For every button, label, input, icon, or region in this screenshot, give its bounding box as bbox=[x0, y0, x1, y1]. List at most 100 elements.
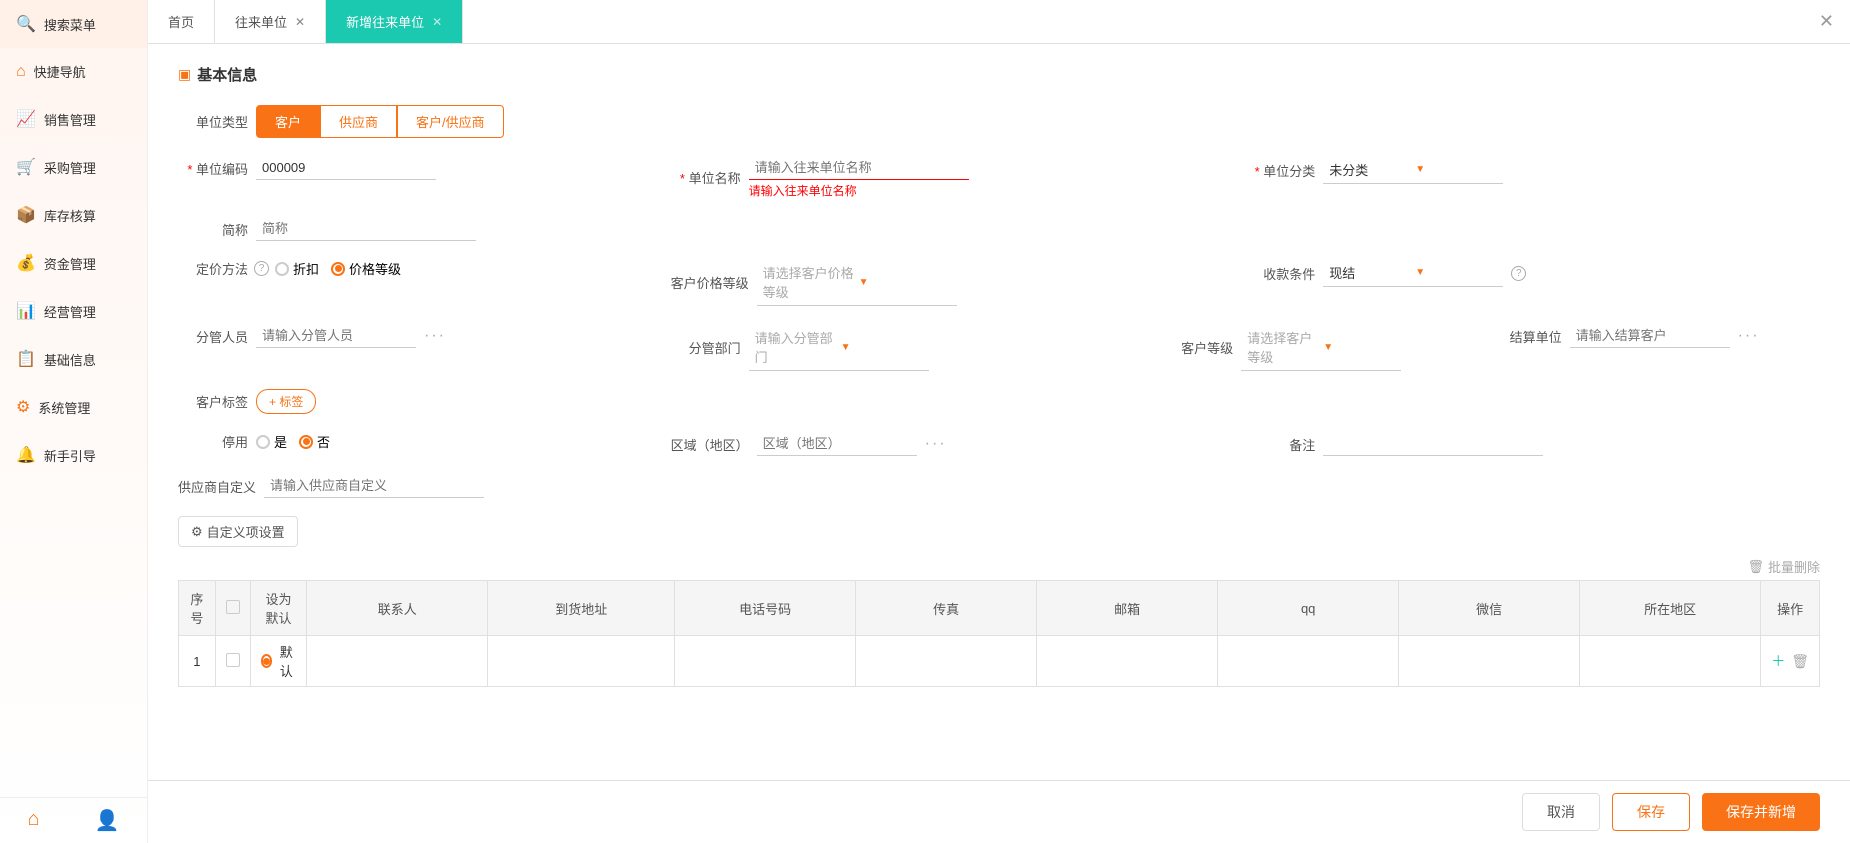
cell-fax[interactable] bbox=[856, 636, 1037, 687]
tab-home[interactable]: 首页 bbox=[148, 0, 215, 43]
region-more-btn[interactable]: ··· bbox=[925, 435, 947, 453]
contact-input[interactable] bbox=[317, 650, 477, 673]
manager-row: 分管人员 ··· 分管部门 请输入分管部门 ▼ 客户等级 请选择客户等级 ▼ 结… bbox=[178, 324, 1820, 371]
guide-icon: 🔔 bbox=[16, 445, 36, 465]
department-select[interactable]: 请输入分管部门 ▼ bbox=[749, 324, 929, 371]
remark-input[interactable] bbox=[1323, 432, 1543, 456]
purchase-icon: 🛒 bbox=[16, 157, 36, 177]
unit-type-supplier[interactable]: 供应商 bbox=[320, 105, 397, 138]
sidebar-item-basic[interactable]: 📋 基础信息 bbox=[0, 335, 147, 383]
sidebar-item-label: 系统管理 bbox=[38, 398, 90, 417]
col-checkbox bbox=[215, 581, 250, 636]
sidebar-item-finance[interactable]: 💰 资金管理 bbox=[0, 239, 147, 287]
customer-level-select[interactable]: 请选择客户等级 ▼ bbox=[1241, 324, 1401, 371]
sidebar-item-purchase[interactable]: 🛒 采购管理 bbox=[0, 143, 147, 191]
region-input[interactable] bbox=[757, 432, 917, 456]
batch-delete-label[interactable]: 批量删除 bbox=[1768, 557, 1820, 576]
col-qq: qq bbox=[1218, 581, 1399, 636]
short-name-input[interactable] bbox=[256, 217, 476, 241]
unit-code-label: 单位编码 bbox=[178, 159, 248, 178]
tab-bar: 首页 往来单位 ✕ 新增往来单位 ✕ ✕ bbox=[148, 0, 1850, 44]
table-row: 1 默认 bbox=[179, 636, 1820, 687]
unit-name-input[interactable] bbox=[749, 156, 969, 180]
custom-settings-button[interactable]: ⚙ 自定义项设置 bbox=[178, 516, 298, 547]
region-table-input[interactable] bbox=[1590, 650, 1750, 673]
sidebar-item-quicknav[interactable]: ⌂ 快捷导航 bbox=[0, 48, 147, 95]
supplier-custom-input[interactable] bbox=[264, 474, 484, 498]
wechat-input[interactable] bbox=[1409, 650, 1569, 673]
sidebar-item-sales[interactable]: 📈 销售管理 bbox=[0, 95, 147, 143]
save-new-button[interactable]: 保存并新增 bbox=[1702, 793, 1820, 831]
select-all-checkbox[interactable] bbox=[226, 600, 240, 614]
cell-checkbox[interactable] bbox=[215, 636, 250, 687]
settlement-unit-input[interactable] bbox=[1570, 324, 1730, 348]
cell-region[interactable] bbox=[1580, 636, 1761, 687]
payment-terms-select[interactable]: 现结 ▼ bbox=[1323, 259, 1503, 287]
manager-more-btn[interactable]: ··· bbox=[424, 327, 446, 345]
sidebar-item-operations[interactable]: 📊 经营管理 bbox=[0, 287, 147, 335]
supplier-custom-label: 供应商自定义 bbox=[178, 477, 256, 496]
cell-qq[interactable] bbox=[1218, 636, 1399, 687]
unit-type-row: 单位类型 客户 供应商 客户/供应商 bbox=[178, 105, 1820, 138]
tab-partners[interactable]: 往来单位 ✕ bbox=[215, 0, 326, 43]
add-row-icon[interactable]: ＋ bbox=[1771, 651, 1785, 671]
phone-input[interactable] bbox=[685, 650, 845, 673]
payment-terms-label: 收款条件 bbox=[1245, 264, 1315, 283]
tab-new-partner[interactable]: 新增往来单位 ✕ bbox=[326, 0, 463, 43]
region-label: 区域（地区） bbox=[671, 435, 749, 454]
cell-email[interactable] bbox=[1037, 636, 1218, 687]
radio-yes[interactable]: 是 bbox=[256, 432, 287, 451]
payment-terms-value: 现结 bbox=[1329, 263, 1411, 282]
cell-wechat[interactable] bbox=[1399, 636, 1580, 687]
sidebar-item-inventory[interactable]: 📦 库存核算 bbox=[0, 191, 147, 239]
sales-icon: 📈 bbox=[16, 109, 36, 129]
address-input[interactable] bbox=[498, 650, 664, 673]
inventory-icon: 📦 bbox=[16, 205, 36, 225]
operations-icon: 📊 bbox=[16, 301, 36, 321]
col-fax: 传真 bbox=[856, 581, 1037, 636]
settlement-more-btn[interactable]: ··· bbox=[1738, 327, 1760, 345]
action-icons: ＋ 🗑 bbox=[1771, 651, 1809, 671]
unit-type-customer[interactable]: 客户 bbox=[256, 105, 320, 138]
save-button[interactable]: 保存 bbox=[1612, 793, 1690, 831]
tab-home-label: 首页 bbox=[168, 12, 194, 31]
chevron-down-icon: ▼ bbox=[1415, 164, 1497, 175]
tab-new-partner-close[interactable]: ✕ bbox=[432, 15, 442, 29]
email-input[interactable] bbox=[1047, 650, 1207, 673]
payment-help-icon[interactable]: ? bbox=[1511, 266, 1526, 281]
cell-address[interactable] bbox=[488, 636, 675, 687]
sidebar-item-search[interactable]: 🔍 搜索菜单 bbox=[0, 0, 147, 48]
delete-row-icon[interactable]: 🗑 bbox=[1791, 653, 1809, 670]
chevron-down-icon3: ▼ bbox=[1415, 267, 1497, 278]
unit-type-both[interactable]: 客户/供应商 bbox=[397, 105, 504, 138]
disable-row: 停用 是 否 区域（地区） ··· bbox=[178, 432, 1820, 456]
tab-partners-close[interactable]: ✕ bbox=[295, 15, 305, 29]
unit-category-select[interactable]: 未分类 ▼ bbox=[1323, 156, 1503, 184]
remark-label: 备注 bbox=[1245, 435, 1315, 454]
tag-row: 客户标签 + 标签 bbox=[178, 389, 1820, 414]
window-close-button[interactable]: ✕ bbox=[1803, 11, 1850, 32]
sidebar-user-btn[interactable]: 👤 bbox=[95, 808, 120, 833]
sidebar-item-system[interactable]: ⚙ 系统管理 bbox=[0, 383, 147, 431]
cell-default: 默认 bbox=[250, 636, 306, 687]
tab-partners-label: 往来单位 bbox=[235, 12, 287, 31]
row-checkbox[interactable] bbox=[226, 653, 240, 667]
unit-code-input[interactable] bbox=[256, 156, 436, 180]
sidebar-item-guide[interactable]: 🔔 新手引导 bbox=[0, 431, 147, 479]
qq-input[interactable] bbox=[1228, 650, 1388, 673]
system-icon: ⚙ bbox=[16, 397, 30, 417]
manager-input[interactable] bbox=[256, 324, 416, 348]
radio-no[interactable]: 否 bbox=[299, 432, 330, 451]
cell-contact[interactable] bbox=[307, 636, 488, 687]
cell-phone[interactable] bbox=[675, 636, 856, 687]
customer-price-level-select[interactable]: 请选择客户价格等级 ▼ bbox=[757, 259, 957, 306]
cancel-button[interactable]: 取消 bbox=[1522, 793, 1600, 831]
sidebar-home-btn[interactable]: ⌂ bbox=[28, 808, 40, 833]
fax-input[interactable] bbox=[866, 650, 1026, 673]
default-radio[interactable]: 默认 bbox=[261, 642, 296, 680]
section-icon: ▣ bbox=[178, 66, 191, 83]
pricing-help-icon[interactable]: ? bbox=[254, 261, 269, 276]
add-tag-button[interactable]: + 标签 bbox=[256, 389, 316, 414]
radio-price-level[interactable]: 价格等级 bbox=[331, 259, 401, 278]
radio-discount[interactable]: 折扣 bbox=[275, 259, 319, 278]
